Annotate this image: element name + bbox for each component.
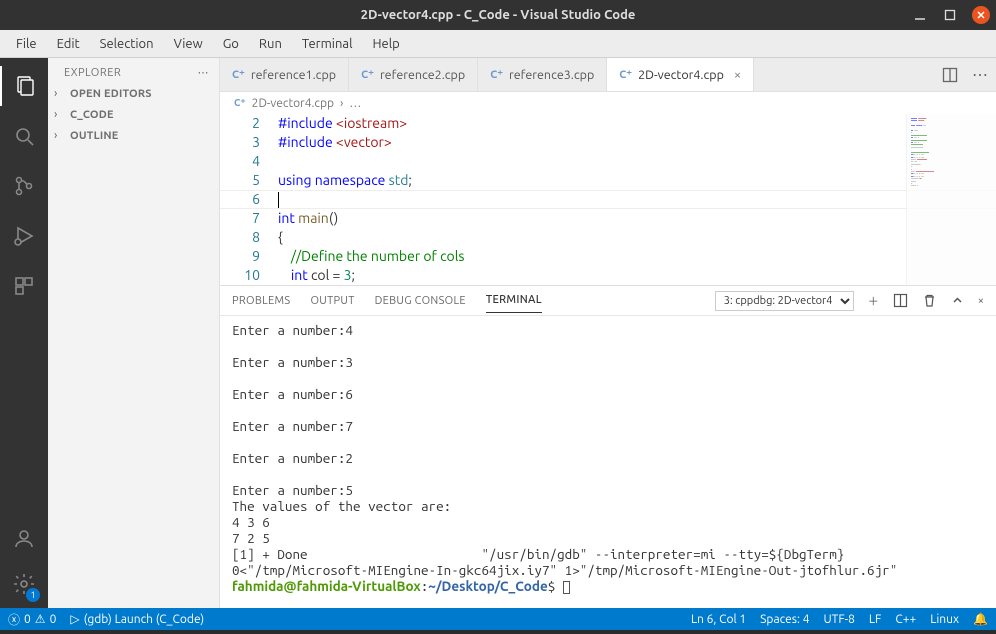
chevron-right-icon: › <box>54 108 66 121</box>
panel-tab-debug[interactable]: DEBUG CONSOLE <box>375 289 466 313</box>
cpp-icon: C⁺ <box>234 97 246 109</box>
status-encoding[interactable]: UTF-8 <box>823 612 854 626</box>
explorer-more-icon[interactable]: ⋯ <box>198 66 210 79</box>
more-actions-icon[interactable]: ⋯ <box>972 65 988 84</box>
split-terminal-icon[interactable] <box>893 293 908 308</box>
status-lang[interactable]: C++ <box>895 612 916 626</box>
status-bell-icon[interactable]: 🔔 <box>973 612 988 626</box>
account-icon[interactable] <box>0 518 48 558</box>
extensions-icon[interactable] <box>0 266 48 306</box>
source-control-icon[interactable] <box>0 166 48 206</box>
editor-tabs: C⁺reference1.cpp C⁺reference2.cpp C⁺refe… <box>220 58 996 92</box>
explorer-icon[interactable] <box>0 66 48 106</box>
split-editor-icon[interactable] <box>942 67 958 83</box>
activity-bar: 1 <box>0 58 48 608</box>
terminal-content[interactable]: Enter a number:4 Enter a number:3 Enter … <box>220 316 996 608</box>
tab-reference3[interactable]: C⁺reference3.cpp <box>478 58 607 91</box>
window-title: 2D-vector4.cpp - C_Code - Visual Studio … <box>0 8 996 22</box>
panel-tab-output[interactable]: OUTPUT <box>310 289 354 313</box>
breadcrumb-file: 2D-vector4.cpp <box>252 97 334 110</box>
debug-icon: ▷ <box>70 612 79 626</box>
cpp-icon: C⁺ <box>619 68 632 81</box>
menu-file[interactable]: File <box>6 33 47 55</box>
maximize-button[interactable] <box>942 7 958 23</box>
chevron-right-icon: › <box>54 87 66 100</box>
explorer-title: EXPLORER <box>64 67 121 79</box>
chevron-right-icon: › <box>54 129 66 142</box>
menu-run[interactable]: Run <box>249 33 292 55</box>
menu-go[interactable]: Go <box>213 33 249 55</box>
breadcrumb-sep: › <box>340 97 343 110</box>
status-spaces[interactable]: Spaces: 4 <box>760 612 809 626</box>
menu-view[interactable]: View <box>164 33 213 55</box>
menu-terminal[interactable]: Terminal <box>292 33 363 55</box>
tab-2d-vector4[interactable]: C⁺2D-vector4.cpp× <box>607 58 754 91</box>
search-icon[interactable] <box>0 116 48 156</box>
panel-tabs: PROBLEMS OUTPUT DEBUG CONSOLE TERMINAL 3… <box>220 286 996 316</box>
status-launch[interactable]: ▷(gdb) Launch (C_Code) <box>70 612 204 626</box>
menu-help[interactable]: Help <box>362 33 409 55</box>
section-c-code[interactable]: ›C_CODE <box>48 104 219 125</box>
panel-tab-problems[interactable]: PROBLEMS <box>232 289 290 313</box>
tab-reference2[interactable]: C⁺reference2.cpp <box>349 58 478 91</box>
chevron-up-icon[interactable] <box>951 294 964 307</box>
breadcrumb-more: … <box>349 97 361 110</box>
minimap[interactable]: ▬▬▬ ▬▬▬▬▬▬▬ ▬▬▬▬▬ ▬▬▬ ▬▬▬ ▬▬▬▬ ▬▬▬▬▬▬▬▬ … <box>906 114 996 285</box>
status-eol[interactable]: LF <box>869 612 881 626</box>
warning-icon: ⚠ <box>35 612 46 626</box>
error-icon: ⓧ <box>8 611 20 628</box>
menu-edit[interactable]: Edit <box>47 33 90 55</box>
trash-icon[interactable] <box>922 293 937 308</box>
close-tab-icon[interactable]: × <box>734 68 741 82</box>
status-os[interactable]: Linux <box>930 612 959 626</box>
close-button[interactable] <box>972 6 990 24</box>
section-outline[interactable]: ›OUTLINE <box>48 125 219 146</box>
close-panel-icon[interactable]: × <box>978 295 984 307</box>
titlebar: 2D-vector4.cpp - C_Code - Visual Studio … <box>0 0 996 30</box>
menu-selection[interactable]: Selection <box>90 33 164 55</box>
tab-reference1[interactable]: C⁺reference1.cpp <box>220 58 349 91</box>
code-editor[interactable]: 2345678910 #include <iostream> #include … <box>220 114 996 285</box>
status-errors[interactable]: ⓧ0⚠0 <box>8 611 56 628</box>
status-ln-col[interactable]: Ln 6, Col 1 <box>691 612 746 626</box>
code-lines[interactable]: #include <iostream> #include <vector> us… <box>278 114 996 285</box>
new-terminal-icon[interactable]: ＋ <box>868 293 879 309</box>
cpp-icon: C⁺ <box>232 68 245 81</box>
terminal-select[interactable]: 3: cppdbg: 2D-vector4 <box>715 291 854 311</box>
bottom-panel: PROBLEMS OUTPUT DEBUG CONSOLE TERMINAL 3… <box>220 285 996 608</box>
cpp-icon: C⁺ <box>490 68 503 81</box>
settings-badge: 1 <box>26 588 40 602</box>
sidebar: EXPLORER ⋯ ›OPEN EDITORS ›C_CODE ›OUTLIN… <box>48 58 220 608</box>
breadcrumb[interactable]: C⁺ 2D-vector4.cpp › … <box>220 92 996 114</box>
settings-icon[interactable]: 1 <box>0 564 48 604</box>
section-open-editors[interactable]: ›OPEN EDITORS <box>48 83 219 104</box>
panel-tab-terminal[interactable]: TERMINAL <box>486 288 542 313</box>
minimize-button[interactable] <box>912 7 928 23</box>
status-bar: ⓧ0⚠0 ▷(gdb) Launch (C_Code) Ln 6, Col 1 … <box>0 608 996 630</box>
cpp-icon: C⁺ <box>361 68 374 81</box>
menubar: File Edit Selection View Go Run Terminal… <box>0 30 996 58</box>
editor-area: C⁺reference1.cpp C⁺reference2.cpp C⁺refe… <box>220 58 996 608</box>
run-debug-icon[interactable] <box>0 216 48 256</box>
